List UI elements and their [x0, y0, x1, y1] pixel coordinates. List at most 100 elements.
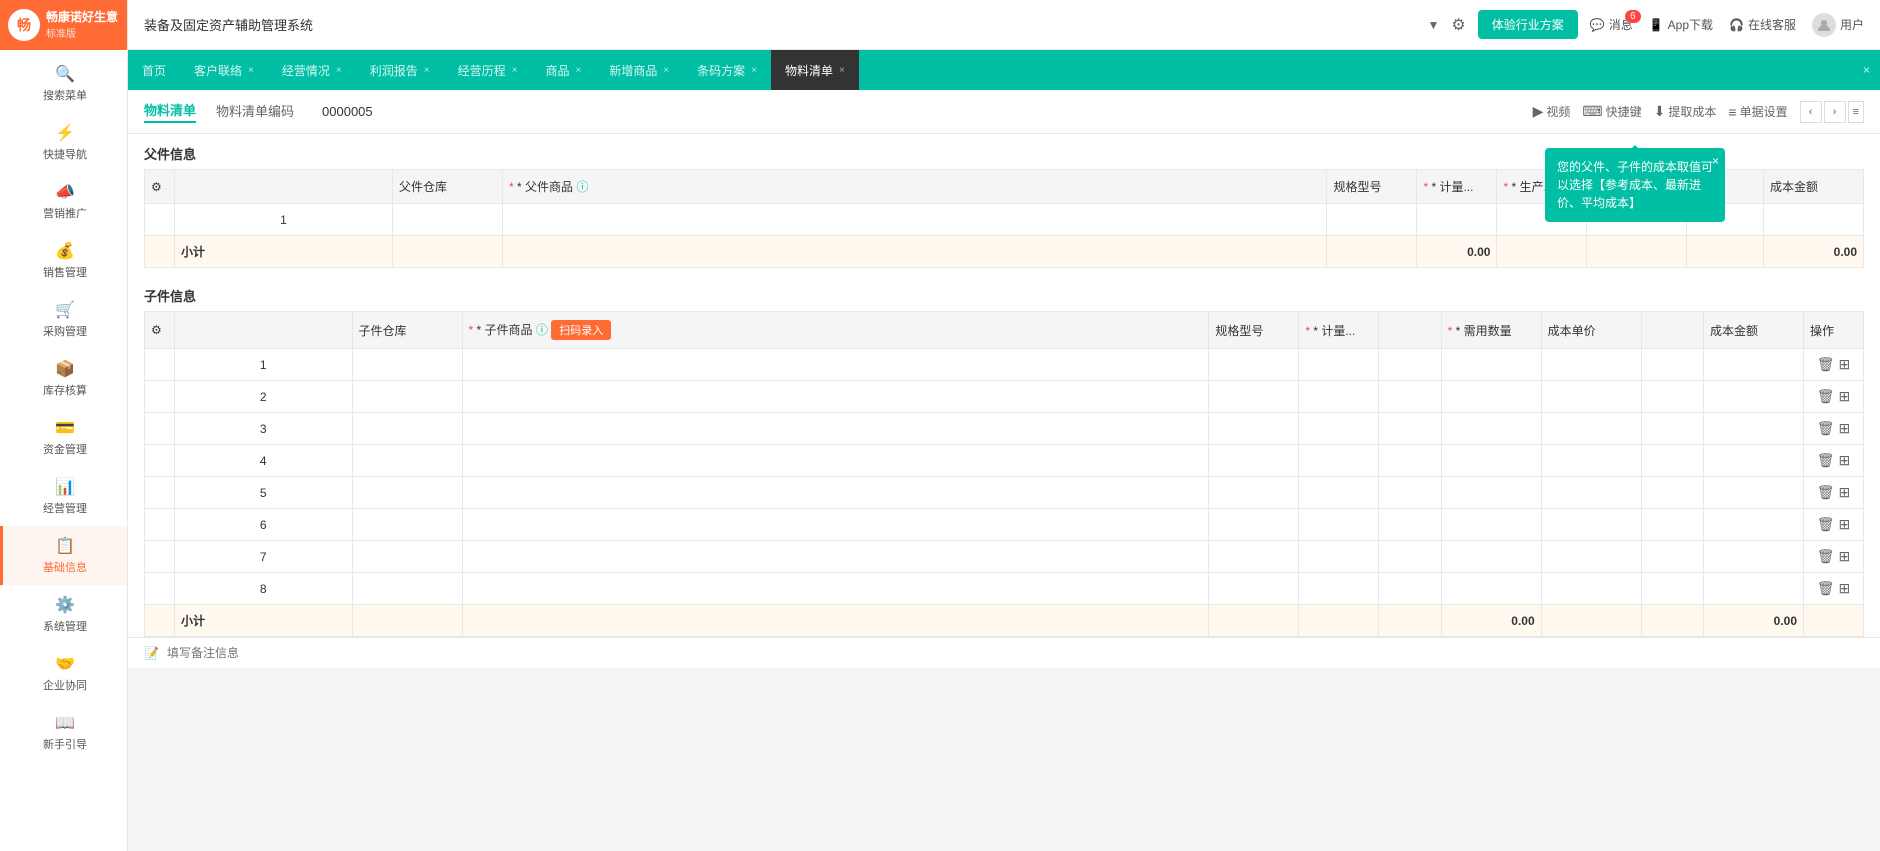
child-unit-cell[interactable] — [1299, 573, 1379, 605]
delete-icon[interactable]: 🗑 — [1817, 452, 1835, 469]
last-page-btn[interactable]: ≡ — [1848, 101, 1864, 123]
child-qty-cell[interactable] — [1441, 477, 1541, 509]
child-qty-cell[interactable] — [1441, 573, 1541, 605]
child-warehouse-cell[interactable] — [352, 477, 462, 509]
child-spec-cell[interactable] — [1209, 381, 1299, 413]
child-spec-cell[interactable] — [1209, 573, 1299, 605]
message-action[interactable]: 💬 消息 6 — [1590, 16, 1633, 33]
child-warehouse-cell[interactable] — [352, 349, 462, 381]
delete-icon[interactable]: 🗑 — [1817, 580, 1835, 597]
sidebar-item-marketing[interactable]: 📣 营销推广 — [0, 172, 127, 231]
parent-unit-cell[interactable] — [1417, 204, 1497, 236]
child-warehouse-cell[interactable] — [352, 541, 462, 573]
th-parent-settings[interactable]: ⚙ — [145, 170, 175, 204]
shortcut-action[interactable]: ⌨ 快捷键 — [1582, 103, 1641, 120]
online-service-action[interactable]: 🎧 在线客服 — [1729, 16, 1796, 33]
child-warehouse-cell[interactable] — [352, 381, 462, 413]
child-product-cell[interactable] — [462, 541, 1209, 573]
sidebar-item-system[interactable]: ⚙️ 系统管理 — [0, 585, 127, 644]
scan-input-button[interactable]: 扫码录入 — [551, 320, 611, 340]
child-spec-cell[interactable] — [1209, 541, 1299, 573]
copy-icon[interactable]: ⊞ — [1839, 548, 1851, 565]
tab-products-close[interactable]: × — [575, 65, 581, 76]
sidebar-item-operation[interactable]: 📊 经营管理 — [0, 467, 127, 526]
tooltip-close-icon[interactable]: × — [1712, 152, 1719, 170]
sidebar-item-finance[interactable]: 💳 资金管理 — [0, 408, 127, 467]
child-product-cell[interactable] — [462, 509, 1209, 541]
delete-icon[interactable]: 🗑 — [1817, 388, 1835, 405]
tab-operations-close[interactable]: × — [336, 65, 342, 76]
child-unit-cell[interactable] — [1299, 381, 1379, 413]
th-child-settings[interactable]: ⚙ — [145, 312, 175, 349]
child-spec-cell[interactable] — [1209, 477, 1299, 509]
child-qty-cell[interactable] — [1441, 349, 1541, 381]
tab-history[interactable]: 经营历程 × — [444, 50, 532, 90]
tab-new-products-close[interactable]: × — [663, 65, 669, 76]
next-page-btn[interactable]: › — [1824, 101, 1846, 123]
child-warehouse-cell[interactable] — [352, 445, 462, 477]
tab-bom-close[interactable]: × — [839, 65, 845, 76]
tab-barcode-close[interactable]: × — [751, 65, 757, 76]
child-unit-cost-cell[interactable] — [1541, 349, 1641, 381]
child-unit-cell[interactable] — [1299, 445, 1379, 477]
sidebar-item-enterprise[interactable]: 🤝 企业协同 — [0, 644, 127, 703]
copy-icon[interactable]: ⊞ — [1839, 452, 1851, 469]
child-unit-cost-cell[interactable] — [1541, 381, 1641, 413]
tab-barcode[interactable]: 条码方案 × — [683, 50, 771, 90]
tab-bom[interactable]: 物料清单 × — [771, 50, 859, 90]
app-download-action[interactable]: 📱 App下载 — [1649, 16, 1713, 33]
sidebar-item-quick-nav[interactable]: ⚡ 快捷导航 — [0, 113, 127, 172]
parent-spec-cell[interactable] — [1327, 204, 1417, 236]
child-spec-cell[interactable] — [1209, 413, 1299, 445]
tab-customers[interactable]: 客户联络 × — [180, 50, 268, 90]
child-product-cell[interactable] — [462, 573, 1209, 605]
settings-gear-icon[interactable]: ⚙ — [1451, 15, 1465, 35]
tab-operations[interactable]: 经营情况 × — [268, 50, 356, 90]
child-unit-cost-cell[interactable] — [1541, 445, 1641, 477]
page-tab-code[interactable]: 物料清单编码 — [216, 101, 294, 122]
delete-icon[interactable]: 🗑 — [1817, 484, 1835, 501]
child-unit-cost-cell[interactable] — [1541, 541, 1641, 573]
child-product-cell[interactable] — [462, 381, 1209, 413]
child-product-cell[interactable] — [462, 413, 1209, 445]
child-qty-cell[interactable] — [1441, 541, 1541, 573]
child-spec-cell[interactable] — [1209, 509, 1299, 541]
child-qty-cell[interactable] — [1441, 445, 1541, 477]
delete-icon[interactable]: 🗑 — [1817, 356, 1835, 373]
copy-icon[interactable]: ⊞ — [1839, 388, 1851, 405]
tab-home[interactable]: 首页 — [128, 50, 180, 90]
child-product-cell[interactable] — [462, 477, 1209, 509]
child-unit-cell[interactable] — [1299, 349, 1379, 381]
parent-product-cell[interactable] — [502, 204, 1326, 236]
child-qty-cell[interactable] — [1441, 509, 1541, 541]
delete-icon[interactable]: 🗑 — [1817, 548, 1835, 565]
child-warehouse-cell[interactable] — [352, 573, 462, 605]
close-all-tabs[interactable]: × — [1853, 63, 1880, 77]
copy-icon[interactable]: ⊞ — [1839, 580, 1851, 597]
sidebar-item-basic-info[interactable]: 📋 基础信息 — [0, 526, 127, 585]
sidebar-item-guide[interactable]: 📖 新手引导 — [0, 703, 127, 762]
prev-page-btn[interactable]: ‹ — [1800, 101, 1822, 123]
child-unit-cell[interactable] — [1299, 509, 1379, 541]
child-unit-cost-cell[interactable] — [1541, 413, 1641, 445]
child-product-cell[interactable] — [462, 445, 1209, 477]
child-unit-cost-cell[interactable] — [1541, 509, 1641, 541]
child-unit-cell[interactable] — [1299, 541, 1379, 573]
page-tab-bom[interactable]: 物料清单 — [144, 100, 196, 123]
tab-products[interactable]: 商品 × — [531, 50, 595, 90]
child-spec-cell[interactable] — [1209, 349, 1299, 381]
child-unit-cost-cell[interactable] — [1541, 573, 1641, 605]
dropdown-arrow[interactable]: ▼ — [1427, 18, 1439, 32]
user-menu[interactable]: 用户 — [1812, 13, 1864, 37]
child-spec-cell[interactable] — [1209, 445, 1299, 477]
sidebar-item-search[interactable]: 🔍 搜索菜单 — [0, 54, 127, 113]
child-warehouse-cell[interactable] — [352, 509, 462, 541]
sidebar-item-purchase[interactable]: 🛒 采购管理 — [0, 290, 127, 349]
delete-icon[interactable]: 🗑 — [1817, 516, 1835, 533]
sidebar-item-inventory[interactable]: 📦 库存核算 — [0, 349, 127, 408]
child-unit-cell[interactable] — [1299, 477, 1379, 509]
copy-icon[interactable]: ⊞ — [1839, 420, 1851, 437]
parent-warehouse-cell[interactable] — [392, 204, 502, 236]
tab-customers-close[interactable]: × — [248, 65, 254, 76]
copy-icon[interactable]: ⊞ — [1839, 484, 1851, 501]
